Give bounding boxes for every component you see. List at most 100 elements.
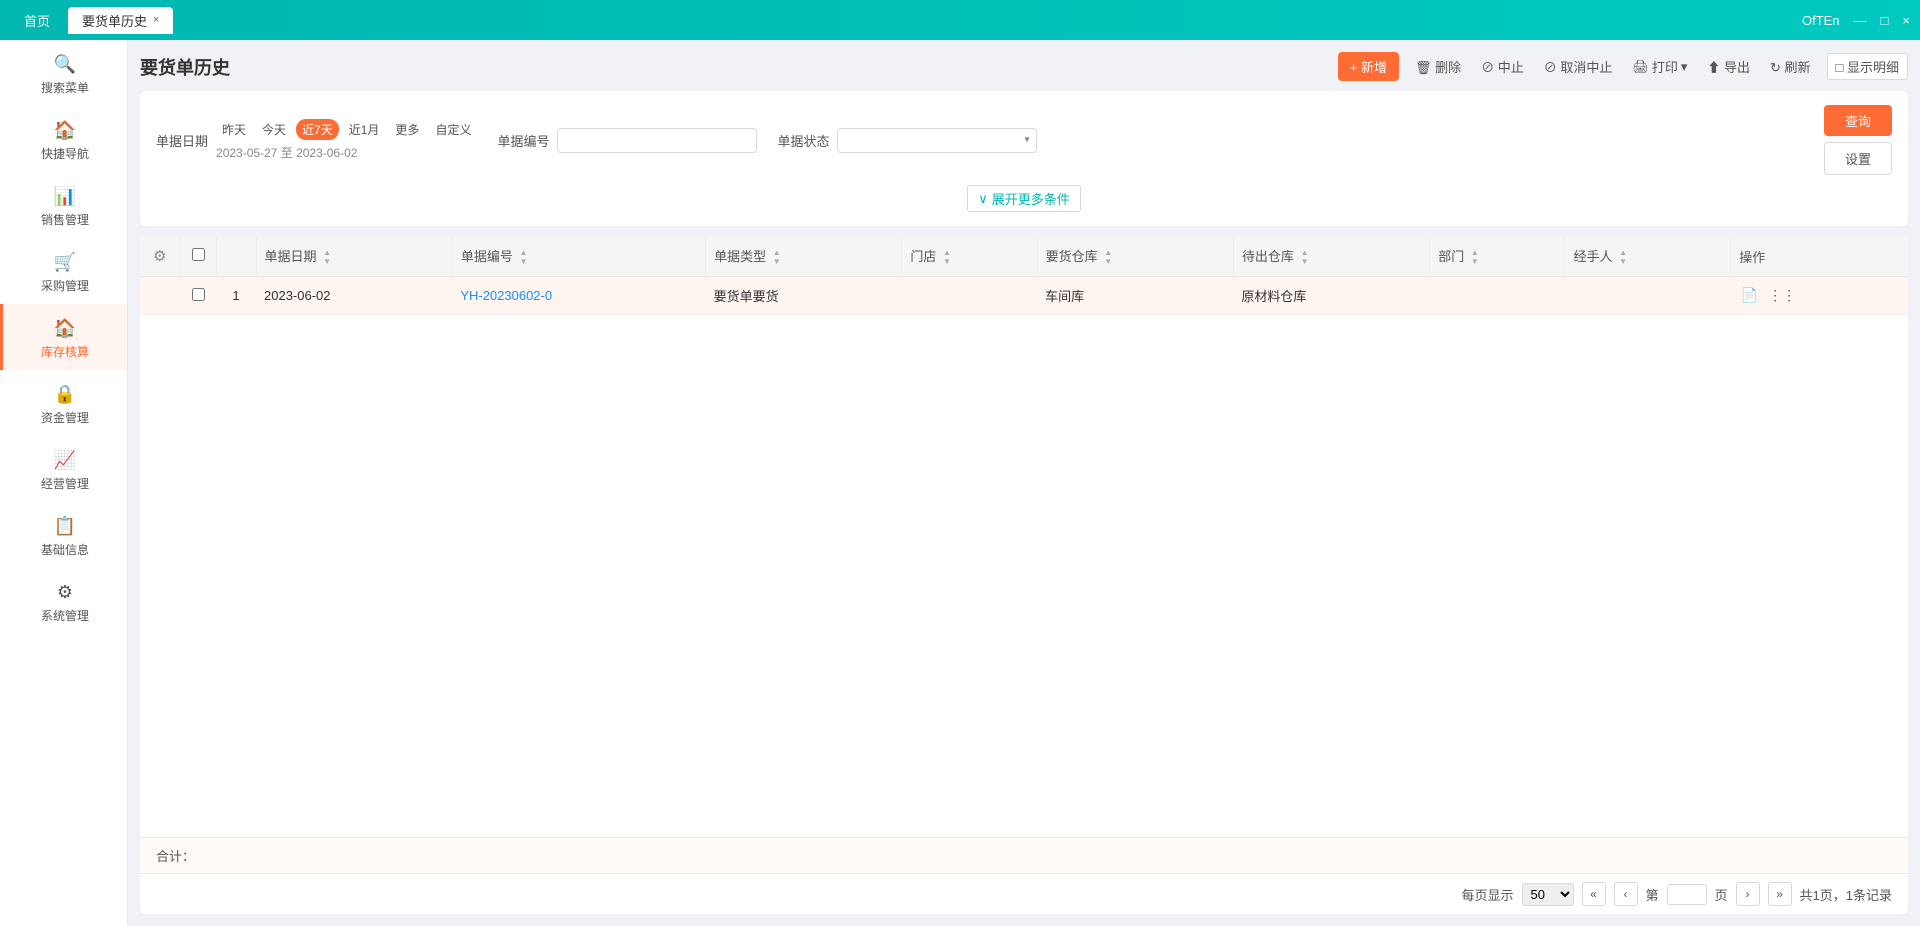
next-page-button[interactable]: › <box>1736 882 1760 906</box>
minimize-button[interactable]: — <box>1854 13 1867 28</box>
search-menu-icon: 🔍 <box>54 54 76 75</box>
expand-more-button[interactable]: ∨ 展开更多条件 <box>967 185 1081 212</box>
doc-status-filter: 单据状态 ▾ <box>777 128 1037 153</box>
total-info: 共1页，1条记录 <box>1800 885 1892 904</box>
column-settings-icon[interactable]: ⚙ <box>153 248 166 265</box>
col-doc-number-label: 单据编号 <box>461 249 513 264</box>
sidebar-item-sys-mgmt[interactable]: ⚙ 系统管理 <box>0 568 127 634</box>
toolbar: + 新增 🗑 删除 ⊘ 中止 ⊘ 取消中止 🖨 打印 ▾ ⬆ 导出 ↻ 刷新 □… <box>1338 52 1908 81</box>
print-button[interactable]: 🖨 打印 ▾ <box>1628 54 1691 79</box>
table-row: 1 2023-06-02 YH-20230602-0 要货单要货 <box>140 277 1908 315</box>
table-area: ⚙ 单据日期 ▲▼ 单据编号 <box>140 236 1908 914</box>
sidebar-item-inventory-label: 库存核算 <box>41 343 89 360</box>
close-button[interactable]: × <box>1902 13 1910 28</box>
row-doc-number-link[interactable]: YH-20230602-0 <box>460 288 552 303</box>
tab-close-icon[interactable]: × <box>153 14 159 26</box>
col-pending-warehouse-header: 待出仓库 ▲▼ <box>1233 236 1429 277</box>
last-page-button[interactable]: » <box>1768 882 1792 906</box>
table-footer: 合计： <box>140 837 1908 873</box>
settings-button[interactable]: 设置 <box>1824 142 1892 175</box>
sidebar-item-ops-mgmt[interactable]: 📈 经营管理 <box>0 436 127 502</box>
date-shortcut-today[interactable]: 今天 <box>256 119 292 140</box>
req-warehouse-sort-icon[interactable]: ▲▼ <box>1104 249 1112 267</box>
pagination-bar: 每页显示 50 10 20 100 « ‹ 第 1 页 › » 共1页，1条记录 <box>140 873 1908 914</box>
first-page-button[interactable]: « <box>1582 882 1606 906</box>
date-shortcut-yesterday[interactable]: 昨天 <box>216 119 252 140</box>
row-req-warehouse-cell: 车间库 <box>1037 277 1233 315</box>
maximize-button[interactable]: □ <box>1881 13 1889 28</box>
tab-bar: 首页 要货单历史 × <box>10 7 1802 34</box>
tab-home-label: 首页 <box>24 11 50 30</box>
inventory-icon: 🏠 <box>54 318 76 339</box>
brand-label: OfTEn <box>1802 13 1840 28</box>
row-view-icon[interactable]: 📄 <box>1739 285 1760 306</box>
export-button[interactable]: ⬆ 导出 <box>1703 54 1754 79</box>
doc-number-input[interactable] <box>557 128 757 153</box>
sidebar-item-sys-mgmt-label: 系统管理 <box>41 607 89 624</box>
sidebar-item-purchase-mgmt[interactable]: 🛒 采购管理 <box>0 238 127 304</box>
stop-button[interactable]: ⊘ 中止 <box>1477 54 1528 79</box>
date-shortcut-more[interactable]: 更多 <box>389 119 425 140</box>
date-shortcut-custom[interactable]: 自定义 <box>429 119 477 140</box>
row-more-icon[interactable]: ⋮⋮ <box>1766 285 1798 306</box>
sidebar-item-finance-mgmt[interactable]: 🔒 资金管理 <box>0 370 127 436</box>
expand-label: 展开更多条件 <box>992 189 1070 208</box>
print-label: 打印 <box>1652 57 1678 76</box>
col-settings: ⚙ <box>140 236 180 277</box>
filter-row: 单据日期 昨天 今天 近7天 近1月 更多 自定义 2023-05-27 至 2… <box>156 105 1892 175</box>
filter-area: 单据日期 昨天 今天 近7天 近1月 更多 自定义 2023-05-27 至 2… <box>140 91 1908 226</box>
sidebar-item-basic-info[interactable]: 📋 基础信息 <box>0 502 127 568</box>
row-pending-warehouse: 原材料仓库 <box>1241 289 1306 304</box>
doc-type-sort-icon[interactable]: ▲▼ <box>773 249 781 267</box>
row-operation-cell: 📄 ⋮⋮ <box>1731 277 1908 315</box>
col-store-label: 门店 <box>910 249 936 264</box>
col-handler-label: 经手人 <box>1573 249 1612 264</box>
store-sort-icon[interactable]: ▲▼ <box>943 249 951 267</box>
finance-mgmt-icon: 🔒 <box>54 384 76 405</box>
doc-status-select[interactable] <box>837 128 1037 153</box>
delete-button[interactable]: 🗑 删除 <box>1411 54 1465 79</box>
query-buttons: 查询 设置 <box>1824 105 1892 175</box>
sidebar-item-quick-nav[interactable]: 🏠 快捷导航 <box>0 106 127 172</box>
select-all-checkbox[interactable] <box>192 248 205 261</box>
tab-requisition-history[interactable]: 要货单历史 × <box>68 7 173 34</box>
tab-home[interactable]: 首页 <box>10 7 64 34</box>
doc-number-filter: 单据编号 <box>497 128 757 153</box>
doc-number-label: 单据编号 <box>497 131 549 150</box>
ops-mgmt-icon: 📈 <box>54 450 76 471</box>
print-dropdown-icon: ▾ <box>1681 59 1688 75</box>
sidebar-item-sales-mgmt-label: 销售管理 <box>41 211 89 228</box>
col-doc-date-header: 单据日期 ▲▼ <box>256 236 452 277</box>
pending-warehouse-sort-icon[interactable]: ▲▼ <box>1301 249 1309 267</box>
query-button[interactable]: 查询 <box>1824 105 1892 136</box>
refresh-button[interactable]: ↻ 刷新 <box>1766 54 1815 79</box>
per-page-label: 每页显示 <box>1461 885 1513 904</box>
tab-requisition-history-label: 要货单历史 <box>82 11 147 30</box>
col-doc-number-header: 单据编号 ▲▼ <box>452 236 705 277</box>
page-input[interactable]: 1 <box>1667 884 1707 905</box>
per-page-select[interactable]: 50 10 20 100 <box>1522 883 1574 906</box>
sidebar-item-inventory[interactable]: 🏠 库存核算 <box>0 304 127 370</box>
doc-date-sort-icon[interactable]: ▲▼ <box>323 249 331 267</box>
top-right: OfTEn — □ × <box>1802 13 1910 28</box>
col-operation-label: 操作 <box>1739 250 1765 265</box>
sys-mgmt-icon: ⚙ <box>57 582 73 603</box>
data-table: ⚙ 单据日期 ▲▼ 单据编号 <box>140 236 1908 315</box>
cancel-stop-button[interactable]: ⊘ 取消中止 <box>1540 54 1617 79</box>
date-shortcut-7days[interactable]: 近7天 <box>296 119 339 140</box>
row-checkbox[interactable] <box>192 288 205 301</box>
col-handler-header: 经手人 ▲▼ <box>1565 236 1731 277</box>
handler-sort-icon[interactable]: ▲▼ <box>1619 249 1627 267</box>
page-suffix: 页 <box>1715 885 1728 904</box>
row-store-cell <box>902 277 1037 315</box>
sidebar-item-sales-mgmt[interactable]: 📊 销售管理 <box>0 172 127 238</box>
sidebar-item-search-menu[interactable]: 🔍 搜索菜单 <box>0 40 127 106</box>
doc-number-sort-icon[interactable]: ▲▼ <box>519 249 527 267</box>
col-req-warehouse-label: 要货仓库 <box>1046 249 1098 264</box>
department-sort-icon[interactable]: ▲▼ <box>1471 249 1479 267</box>
new-button[interactable]: + 新增 <box>1338 52 1399 81</box>
sidebar-item-ops-mgmt-label: 经营管理 <box>41 475 89 492</box>
prev-page-button[interactable]: ‹ <box>1614 882 1638 906</box>
date-shortcut-1month[interactable]: 近1月 <box>343 119 386 140</box>
display-detail-button[interactable]: □ 显示明细 <box>1827 53 1908 80</box>
